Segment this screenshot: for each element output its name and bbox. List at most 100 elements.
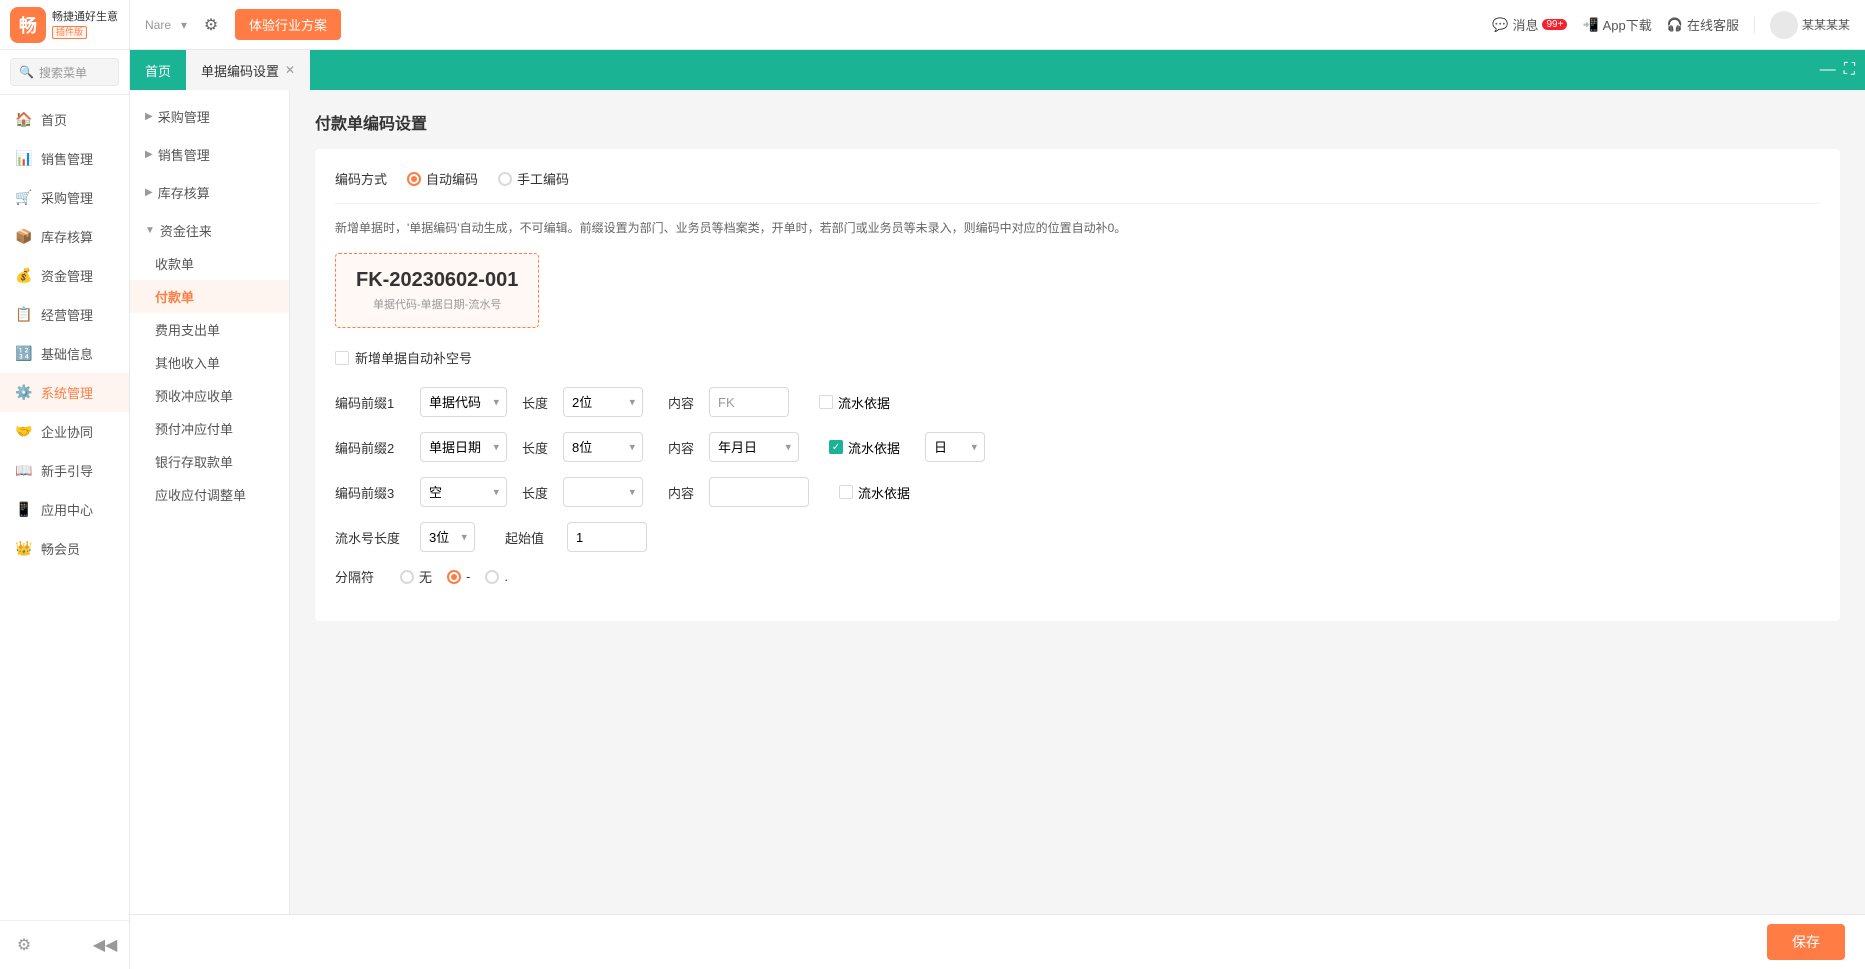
submenu-funds-title[interactable]: ▼ 资金往来 bbox=[130, 214, 289, 247]
prefix1-length-select[interactable]: 2位 bbox=[563, 387, 643, 417]
download-icon: 📲 bbox=[1582, 17, 1598, 33]
sidebar-item-finance[interactable]: 💰 资金管理 bbox=[0, 256, 129, 295]
prefix2-label: 编码前缀2 bbox=[335, 438, 405, 457]
nav-label-guide: 新手引导 bbox=[41, 461, 93, 480]
maximize-icon[interactable]: ⛶ bbox=[1844, 61, 1855, 79]
chevron-down-icon[interactable]: ▾ bbox=[181, 18, 187, 32]
prefix3-sequence-group: 流水依据 bbox=[839, 483, 910, 502]
separator-none[interactable]: 无 bbox=[400, 567, 432, 586]
experience-industry-button[interactable]: 体验行业方案 bbox=[235, 9, 341, 40]
prefix1-content-input[interactable] bbox=[709, 387, 789, 417]
nav-label-apps: 应用中心 bbox=[41, 500, 93, 519]
tab-home[interactable]: 首页 bbox=[130, 50, 186, 90]
encoding-method-group: 编码方式 自动编码 手工编码 bbox=[335, 169, 1820, 204]
prefix1-length-label: 长度 bbox=[522, 393, 548, 412]
finance-icon: 💰 bbox=[15, 267, 33, 285]
tab-close-icon[interactable]: ✕ bbox=[285, 63, 295, 77]
separator-none-label: 无 bbox=[419, 567, 432, 586]
collapse-icon[interactable]: ◀◀ bbox=[91, 931, 119, 959]
submenu-group-inventory: ▶ 库存核算 bbox=[130, 176, 289, 209]
prefix1-label: 编码前缀1 bbox=[335, 393, 405, 412]
tab-encoding-settings[interactable]: 单据编码设置 ✕ bbox=[186, 50, 310, 90]
messages-button[interactable]: 💬 消息 99+ bbox=[1492, 15, 1567, 34]
settings-footer-icon[interactable]: ⚙ bbox=[10, 931, 38, 959]
prefix3-content-input[interactable] bbox=[709, 477, 809, 507]
guide-icon: 📖 bbox=[15, 462, 33, 480]
nav-menu: 🏠 首页 📊 销售管理 🛒 采购管理 📦 库存核算 💰 资金管理 📋 经营管理 … bbox=[0, 95, 129, 920]
nav-label-home: 首页 bbox=[41, 110, 67, 129]
submenu-inventory-title[interactable]: ▶ 库存核算 bbox=[130, 176, 289, 209]
auto-fill-label: 新增单据自动补空号 bbox=[355, 348, 472, 367]
prefix3-length-label: 长度 bbox=[522, 483, 548, 502]
logo-area: 畅 畅捷通好生意 插件版 bbox=[0, 0, 129, 50]
prefix2-time-select[interactable]: 日 月 年 bbox=[925, 432, 985, 462]
nav-label-finance: 资金管理 bbox=[41, 266, 93, 285]
serial-length-label: 流水号长度 bbox=[335, 528, 405, 547]
save-button[interactable]: 保存 bbox=[1767, 924, 1845, 960]
app-download-button[interactable]: 📲 App下载 bbox=[1582, 15, 1651, 34]
start-value-input[interactable] bbox=[567, 522, 647, 552]
sidebar: 畅 畅捷通好生意 插件版 🔍 搜索菜单 🏠 首页 📊 销售管理 🛒 采购管理 📦… bbox=[0, 0, 130, 969]
submenu-item-bank[interactable]: 银行存取款单 bbox=[130, 445, 289, 478]
prefix1-select[interactable]: 单据代码 单据日期 空 bbox=[420, 387, 507, 417]
sidebar-item-member[interactable]: 👑 畅会员 bbox=[0, 529, 129, 568]
sidebar-item-sales[interactable]: 📊 销售管理 bbox=[0, 139, 129, 178]
minimize-icon[interactable]: — bbox=[1820, 61, 1836, 79]
prefix3-length-select-wrapper bbox=[563, 477, 643, 507]
prefix2-sequence-checkbox[interactable]: ✓ bbox=[829, 440, 843, 454]
manual-encoding-label: 手工编码 bbox=[517, 169, 569, 188]
separator-dot-dot bbox=[485, 570, 499, 584]
prefix1-sequence-checkbox[interactable] bbox=[819, 395, 833, 409]
prefix2-content-select[interactable]: 年月日 bbox=[709, 432, 799, 462]
separator-dash-dot bbox=[447, 570, 461, 584]
separator-options: 无 - . bbox=[400, 567, 508, 586]
sidebar-item-operations[interactable]: 📋 经营管理 bbox=[0, 295, 129, 334]
prefix1-content-label: 内容 bbox=[668, 393, 694, 412]
submenu-sales-title[interactable]: ▶ 销售管理 bbox=[130, 138, 289, 171]
search-area[interactable]: 🔍 搜索菜单 bbox=[0, 50, 129, 95]
prefix3-length-select[interactable] bbox=[563, 477, 643, 507]
username: 某某某某 bbox=[1802, 16, 1850, 33]
submenu-item-receivable-adj[interactable]: 应收应付调整单 bbox=[130, 478, 289, 511]
serial-length-select[interactable]: 3位 4位 5位 bbox=[420, 522, 475, 552]
separator-dot[interactable]: . bbox=[485, 569, 508, 584]
operations-icon: 📋 bbox=[15, 306, 33, 324]
online-service-button[interactable]: 🎧 在线客服 bbox=[1667, 15, 1739, 34]
sidebar-item-home[interactable]: 🏠 首页 bbox=[0, 100, 129, 139]
prefix2-length-select[interactable]: 8位 bbox=[563, 432, 643, 462]
manual-encoding-radio[interactable]: 手工编码 bbox=[498, 169, 569, 188]
enterprise-icon: 🤝 bbox=[15, 423, 33, 441]
submenu-purchase-title[interactable]: ▶ 采购管理 bbox=[130, 100, 289, 133]
auto-encoding-radio[interactable]: 自动编码 bbox=[407, 169, 478, 188]
search-menu-button[interactable]: 🔍 搜索菜单 bbox=[10, 58, 119, 86]
submenu-item-prepay-pay[interactable]: 预付冲应付单 bbox=[130, 412, 289, 445]
member-icon: 👑 bbox=[15, 540, 33, 558]
submenu-item-prepay-recv[interactable]: 预收冲应收单 bbox=[130, 379, 289, 412]
sidebar-item-purchase[interactable]: 🛒 采购管理 bbox=[0, 178, 129, 217]
user-profile[interactable]: 某某某某 bbox=[1770, 11, 1850, 39]
prefix2-select[interactable]: 单据日期 单据代码 空 bbox=[420, 432, 507, 462]
auto-fill-checkbox[interactable] bbox=[335, 351, 349, 365]
sidebar-item-basic[interactable]: 🔢 基础信息 bbox=[0, 334, 129, 373]
sidebar-item-apps[interactable]: 📱 应用中心 bbox=[0, 490, 129, 529]
prefix2-content-select-wrapper: 年月日 bbox=[709, 432, 799, 462]
sidebar-item-guide[interactable]: 📖 新手引导 bbox=[0, 451, 129, 490]
separator-none-dot bbox=[400, 570, 414, 584]
settings-gear-icon[interactable]: ⚙ bbox=[197, 11, 225, 39]
submenu-item-other-income[interactable]: 其他收入单 bbox=[130, 346, 289, 379]
sidebar-item-enterprise[interactable]: 🤝 企业协同 bbox=[0, 412, 129, 451]
search-icon: 🔍 bbox=[19, 65, 34, 79]
breadcrumb: Nare bbox=[145, 18, 171, 32]
prefix3-sequence-checkbox[interactable] bbox=[839, 485, 853, 499]
prefix3-content-label: 内容 bbox=[668, 483, 694, 502]
prefix2-length-select-wrapper: 8位 bbox=[563, 432, 643, 462]
nav-label-inventory: 库存核算 bbox=[41, 227, 93, 246]
submenu-item-receipt[interactable]: 收款单 bbox=[130, 247, 289, 280]
separator-dash[interactable]: - bbox=[447, 569, 470, 584]
prefix3-select[interactable]: 空 单据代码 单据日期 bbox=[420, 477, 507, 507]
submenu-item-payment[interactable]: 付款单 bbox=[130, 280, 289, 313]
sidebar-item-inventory[interactable]: 📦 库存核算 bbox=[0, 217, 129, 256]
submenu-item-expense[interactable]: 费用支出单 bbox=[130, 313, 289, 346]
tab-bar: 首页 单据编码设置 ✕ — ⛶ bbox=[130, 50, 1865, 90]
sidebar-item-system[interactable]: ⚙️ 系统管理 bbox=[0, 373, 129, 412]
